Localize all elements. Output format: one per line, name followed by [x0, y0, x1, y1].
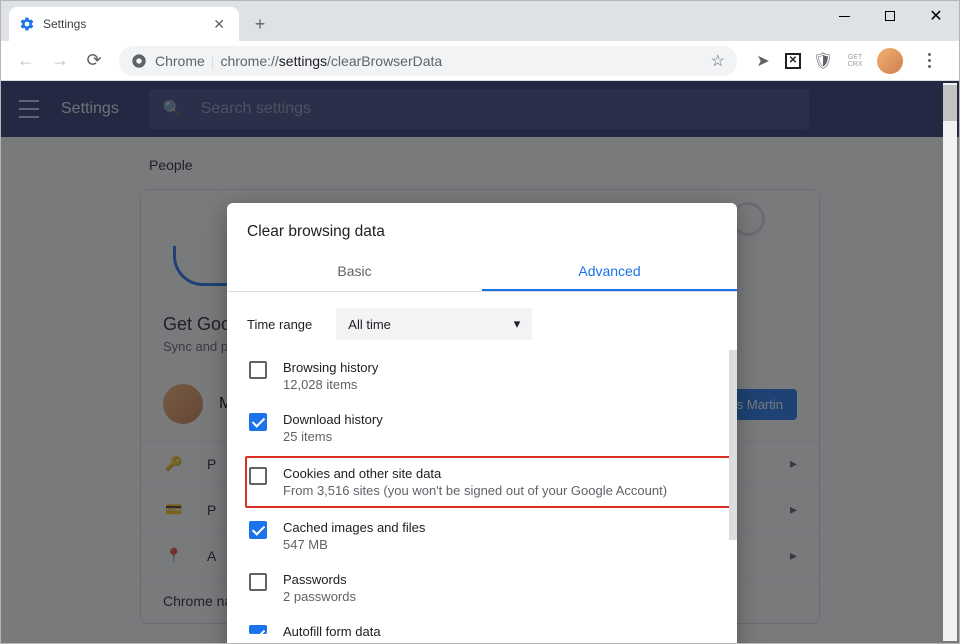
- item-cached-images[interactable]: Cached images and files 547 MB: [245, 510, 733, 562]
- extension-get-crx-icon[interactable]: GET CRX: [845, 51, 865, 71]
- checkbox-browsing-history[interactable]: [249, 361, 267, 379]
- chevron-down-icon: ▾: [514, 316, 521, 332]
- back-button[interactable]: ←: [9, 46, 43, 76]
- item-cookies[interactable]: Cookies and other site data From 3,516 s…: [245, 456, 733, 508]
- dialog-title: Clear browsing data: [227, 203, 737, 253]
- checkbox-cookies[interactable]: [249, 467, 267, 485]
- settings-gear-icon: [19, 16, 35, 32]
- reload-button[interactable]: ⟳: [77, 46, 111, 76]
- checkbox-autofill[interactable]: [249, 625, 267, 634]
- address-url-rest: /clearBrowserData: [327, 53, 442, 69]
- address-bar[interactable]: Chrome | chrome://settings/clearBrowserD…: [119, 46, 737, 76]
- bookmark-star-icon[interactable]: ☆: [711, 51, 725, 71]
- address-url-prefix: chrome://: [220, 53, 278, 69]
- item-autofill[interactable]: Autofill form data: [245, 614, 733, 639]
- extension-shield-icon[interactable]: 🛡: [813, 51, 833, 71]
- time-range-label: Time range: [247, 317, 312, 332]
- browser-tab[interactable]: Settings ✕: [9, 7, 239, 41]
- checkbox-passwords[interactable]: [249, 573, 267, 591]
- clear-browsing-data-dialog: Clear browsing data Basic Advanced Time …: [227, 203, 737, 643]
- tab-basic[interactable]: Basic: [227, 253, 482, 291]
- window-controls: ✕: [821, 1, 959, 31]
- dialog-item-list: Browsing history 12,028 items Download h…: [227, 350, 737, 639]
- maximize-button[interactable]: [867, 1, 913, 31]
- chrome-icon: [131, 53, 147, 69]
- dialog-scrollbar[interactable]: [729, 350, 737, 639]
- minimize-button[interactable]: [821, 1, 867, 31]
- profile-avatar[interactable]: [877, 48, 903, 74]
- page-scrollbar[interactable]: [943, 83, 957, 641]
- time-range-select[interactable]: All time ▾: [336, 308, 532, 340]
- browser-toolbar: ← → ⟳ Chrome | chrome://settings/clearBr…: [1, 41, 959, 81]
- item-download-history[interactable]: Download history 25 items: [245, 402, 733, 454]
- browser-menu-button[interactable]: [915, 53, 943, 68]
- tab-close-icon[interactable]: ✕: [209, 16, 229, 33]
- title-bar: Settings ✕ + ✕: [1, 1, 959, 41]
- address-protocol: Chrome: [155, 53, 205, 69]
- time-range-value: All time: [348, 317, 391, 332]
- forward-button[interactable]: →: [43, 46, 77, 76]
- close-button[interactable]: ✕: [913, 1, 959, 31]
- checkbox-cached-images[interactable]: [249, 521, 267, 539]
- tab-title: Settings: [43, 17, 209, 31]
- extension-box-icon[interactable]: ✕: [785, 53, 801, 69]
- tab-advanced[interactable]: Advanced: [482, 253, 737, 291]
- extension-arrow-icon[interactable]: ➤: [753, 51, 773, 71]
- checkbox-download-history[interactable]: [249, 413, 267, 431]
- item-passwords[interactable]: Passwords 2 passwords: [245, 562, 733, 614]
- address-url-bold: settings: [279, 53, 327, 69]
- item-browsing-history[interactable]: Browsing history 12,028 items: [245, 350, 733, 402]
- new-tab-button[interactable]: +: [245, 9, 275, 39]
- page-content: Settings 🔍 Search settings People Get Go…: [1, 81, 959, 643]
